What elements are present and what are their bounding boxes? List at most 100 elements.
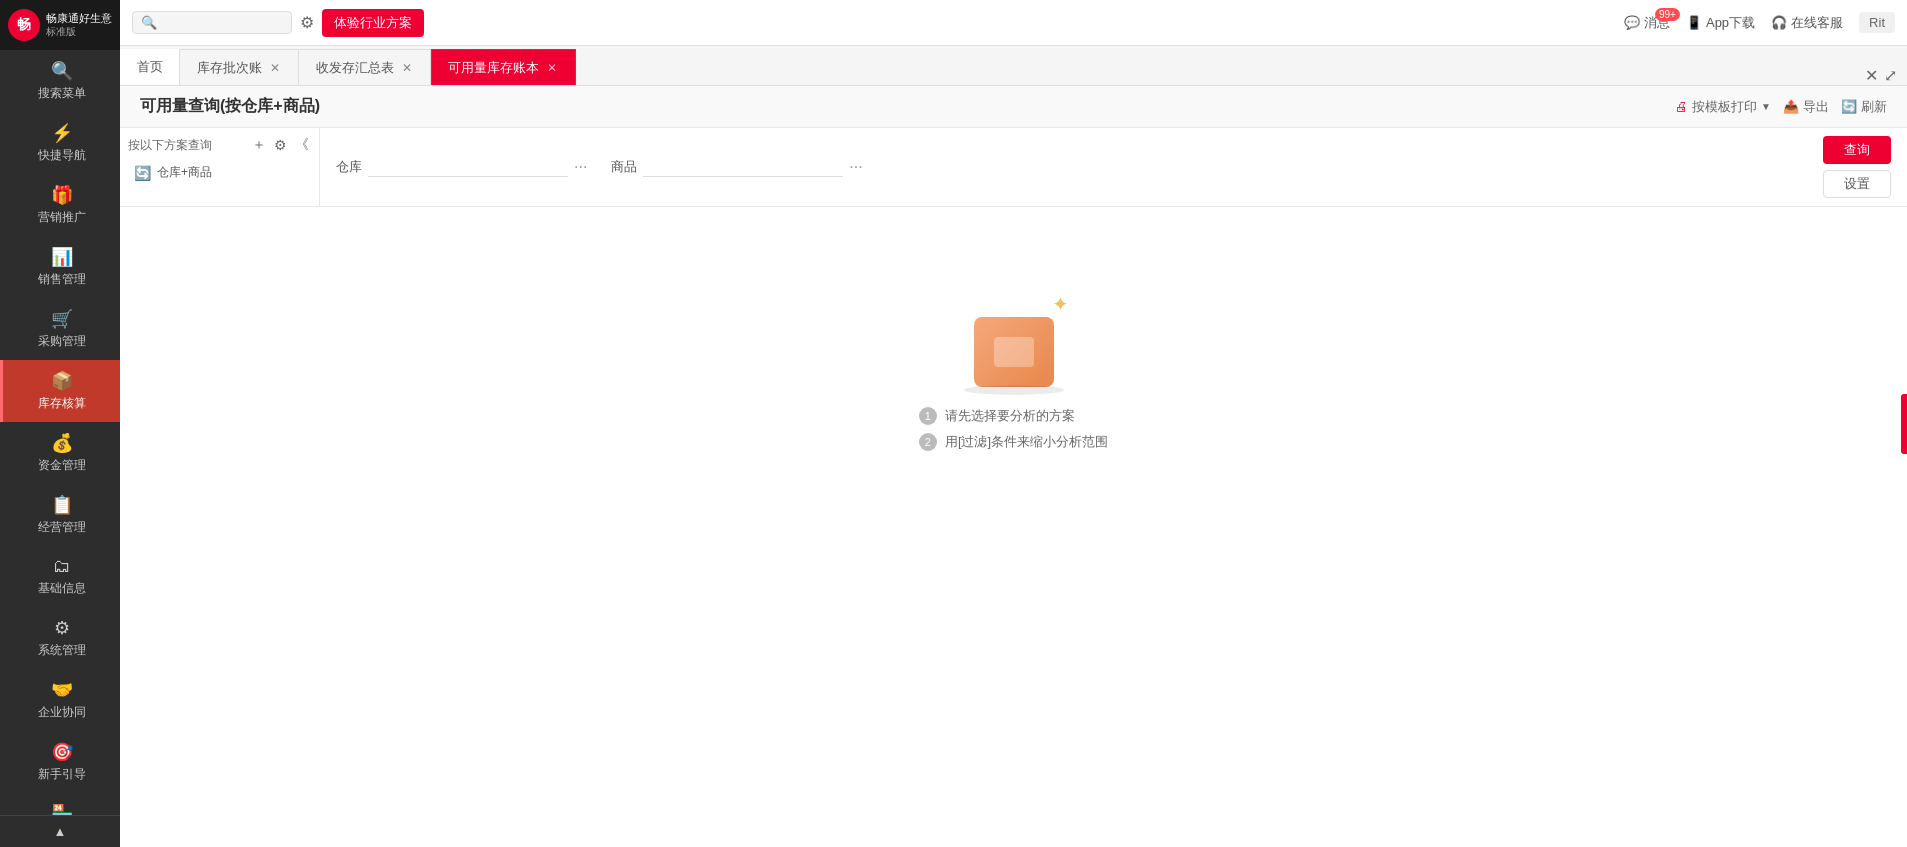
expand-tabs-btn[interactable]: ⤢ [1884,66,1897,85]
gear-icon: ⚙ [54,617,70,639]
close-all-tabs-btn[interactable]: ✕ [1865,66,1878,85]
tab-receive-summary[interactable]: 收发存汇总表 ✕ [299,49,431,85]
sidebar-item-operation[interactable]: 📋 经营管理 [0,484,120,546]
search-icon: 🔍 [141,15,157,30]
add-scheme-btn[interactable]: ＋ [250,136,268,154]
tabbar: 首页 库存批次账 ✕ 收发存汇总表 ✕ 可用量库存账本 ✕ ✕ ⤢ [120,46,1907,86]
query-actions: 查询 设置 [1807,128,1907,206]
batch-account-tab-label: 库存批次账 [197,59,262,77]
sidebar-item-shortcut[interactable]: ⚡ 快捷导航 [0,112,120,174]
sidebar-item-newbie[interactable]: 🎯 新手引导 [0,731,120,793]
online-service-label: 在线客服 [1791,14,1843,32]
sidebar-item-label: 企业协同 [38,704,86,721]
cart-icon: 🛒 [51,308,73,330]
hint-number-1: 1 [919,407,937,425]
scheme-icon: 🔄 [134,165,151,181]
empty-illustration: ✦ [954,287,1074,387]
sidebar-item-label: 基础信息 [38,580,86,597]
tab-batch-account[interactable]: 库存批次账 ✕ [180,49,299,85]
industry-btn[interactable]: 体验行业方案 [322,9,424,37]
chart-icon: 📊 [51,246,73,268]
gift-icon: 🎁 [51,184,73,206]
warehouse-input[interactable] [368,157,568,177]
target-icon: 🎯 [51,741,73,763]
headset-icon: 🎧 [1771,15,1787,30]
empty-shadow [964,385,1064,395]
sidebar-item-system[interactable]: ⚙ 系统管理 [0,607,120,669]
tab-available-inventory[interactable]: 可用量库存账本 ✕ [431,49,576,85]
sidebar-item-label: 搜索菜单 [38,85,86,102]
sidebar-item-enterprise[interactable]: 🤝 企业协同 [0,669,120,731]
sidebar-nav: 🔍 搜索菜单 ⚡ 快捷导航 🎁 营销推广 📊 销售管理 🛒 采购管理 📦 库存核… [0,50,120,815]
tabbar-actions: ✕ ⤢ [1855,66,1907,85]
settings-icon-btn[interactable]: ⚙ [300,13,314,32]
topbar: 🔍 ⚙ 体验行业方案 💬 消息 99+ 📱 App下载 🎧 在线客服 Rit [120,0,1907,46]
sidebar-item-label: 新手引导 [38,766,86,783]
page-title: 可用量查询(按仓库+商品) [140,96,320,117]
empty-hint-2: 2 用[过滤]条件来缩小分析范围 [919,433,1108,451]
user-menu-btn[interactable]: Rit [1859,12,1895,33]
sidebar-header: 畅 畅康通好生意 标准版 [0,0,120,50]
search-box[interactable]: 🔍 [132,11,292,34]
sidebar-item-sales[interactable]: 📊 销售管理 [0,236,120,298]
sidebar-item-inventory[interactable]: 📦 库存核算 [0,360,120,422]
sidebar-bottom[interactable]: ▲ [0,815,120,847]
sidebar-item-finance[interactable]: 💰 资金管理 [0,422,120,484]
clipboard-icon: 📋 [51,494,73,516]
close-tab-receive-summary[interactable]: ✕ [400,61,414,75]
close-tab-available-inventory[interactable]: ✕ [545,61,559,75]
print-btn[interactable]: 🖨 按模板打印 ▼ [1675,98,1771,116]
sidebar-item-search[interactable]: 🔍 搜索菜单 [0,50,120,112]
product-filter: 商品 ··· [611,157,862,177]
app-download-btn[interactable]: 📱 App下载 [1686,14,1755,32]
filter-area: 按以下方案查询 ＋ ⚙ 《 🔄 仓库+商品 仓库 ··· [120,128,1907,207]
collapse-scheme-btn[interactable]: 《 [293,136,311,154]
app-download-label: App下载 [1706,14,1755,32]
product-input[interactable] [643,157,843,177]
sidebar-item-label: 快捷导航 [38,147,86,164]
scheme-item-label: 仓库+商品 [157,164,212,181]
content-area: 可用量查询(按仓库+商品) 🖨 按模板打印 ▼ 📤 导出 🔄 刷新 [120,86,1907,847]
app-version: 标准版 [46,25,112,39]
print-label: 按模板打印 [1692,98,1757,116]
home-tab-label: 首页 [137,58,163,76]
sidebar-item-marketing[interactable]: 🎁 营销推广 [0,174,120,236]
export-btn[interactable]: 📤 导出 [1783,98,1829,116]
sidebar-item-label: 采购管理 [38,333,86,350]
main-area: 🔍 ⚙ 体验行业方案 💬 消息 99+ 📱 App下载 🎧 在线客服 Rit [120,0,1907,847]
close-tab-batch-account[interactable]: ✕ [268,61,282,75]
sidebar-item-label: 营销推广 [38,209,86,226]
scheme-item-warehouse-product[interactable]: 🔄 仓库+商品 [128,160,311,185]
folder-icon: 🗂 [53,556,71,577]
refresh-btn[interactable]: 🔄 刷新 [1841,98,1887,116]
empty-hints: 1 请先选择要分析的方案 2 用[过滤]条件来缩小分析范围 [919,407,1108,451]
sidebar-item-purchase[interactable]: 🛒 采购管理 [0,298,120,360]
sidebar-item-basic[interactable]: 🗂 基础信息 [0,546,120,607]
chevron-down-icon: ▼ [1761,101,1771,112]
up-arrow-icon: ▲ [54,824,67,839]
message-btn[interactable]: 💬 消息 99+ [1624,14,1670,32]
empty-state: ✦ 1 请先选择要分析的方案 2 用[过滤]条件来缩小分析范围 [120,207,1907,531]
hint-number-2: 2 [919,433,937,451]
filter-settings-btn[interactable]: 设置 [1823,170,1891,198]
app-name: 畅康通好生意 [46,11,112,25]
store-icon: 🏪 [51,803,73,815]
product-more-btn[interactable]: ··· [849,158,862,176]
sidebar: 畅 畅康通好生意 标准版 🔍 搜索菜单 ⚡ 快捷导航 🎁 营销推广 📊 销售管理… [0,0,120,847]
online-service-btn[interactable]: 🎧 在线客服 [1771,14,1843,32]
warehouse-more-btn[interactable]: ··· [574,158,587,176]
sidebar-item-appcenter[interactable]: 🏪 应用中心 [0,793,120,815]
scheme-actions: ＋ ⚙ 《 [250,136,311,154]
refresh-label: 刷新 [1861,98,1887,116]
edit-scheme-btn[interactable]: ⚙ [272,136,289,154]
query-btn[interactable]: 查询 [1823,136,1891,164]
available-inventory-tab-label: 可用量库存账本 [448,59,539,77]
refresh-icon: 🔄 [1841,99,1857,114]
sidebar-item-label: 经营管理 [38,519,86,536]
scheme-panel: 按以下方案查询 ＋ ⚙ 《 🔄 仓库+商品 [120,128,320,206]
search-input[interactable] [161,16,283,30]
tab-home[interactable]: 首页 [120,49,180,85]
export-icon: 📤 [1783,99,1799,114]
sidebar-item-label: 销售管理 [38,271,86,288]
box-icon: 📦 [51,370,73,392]
